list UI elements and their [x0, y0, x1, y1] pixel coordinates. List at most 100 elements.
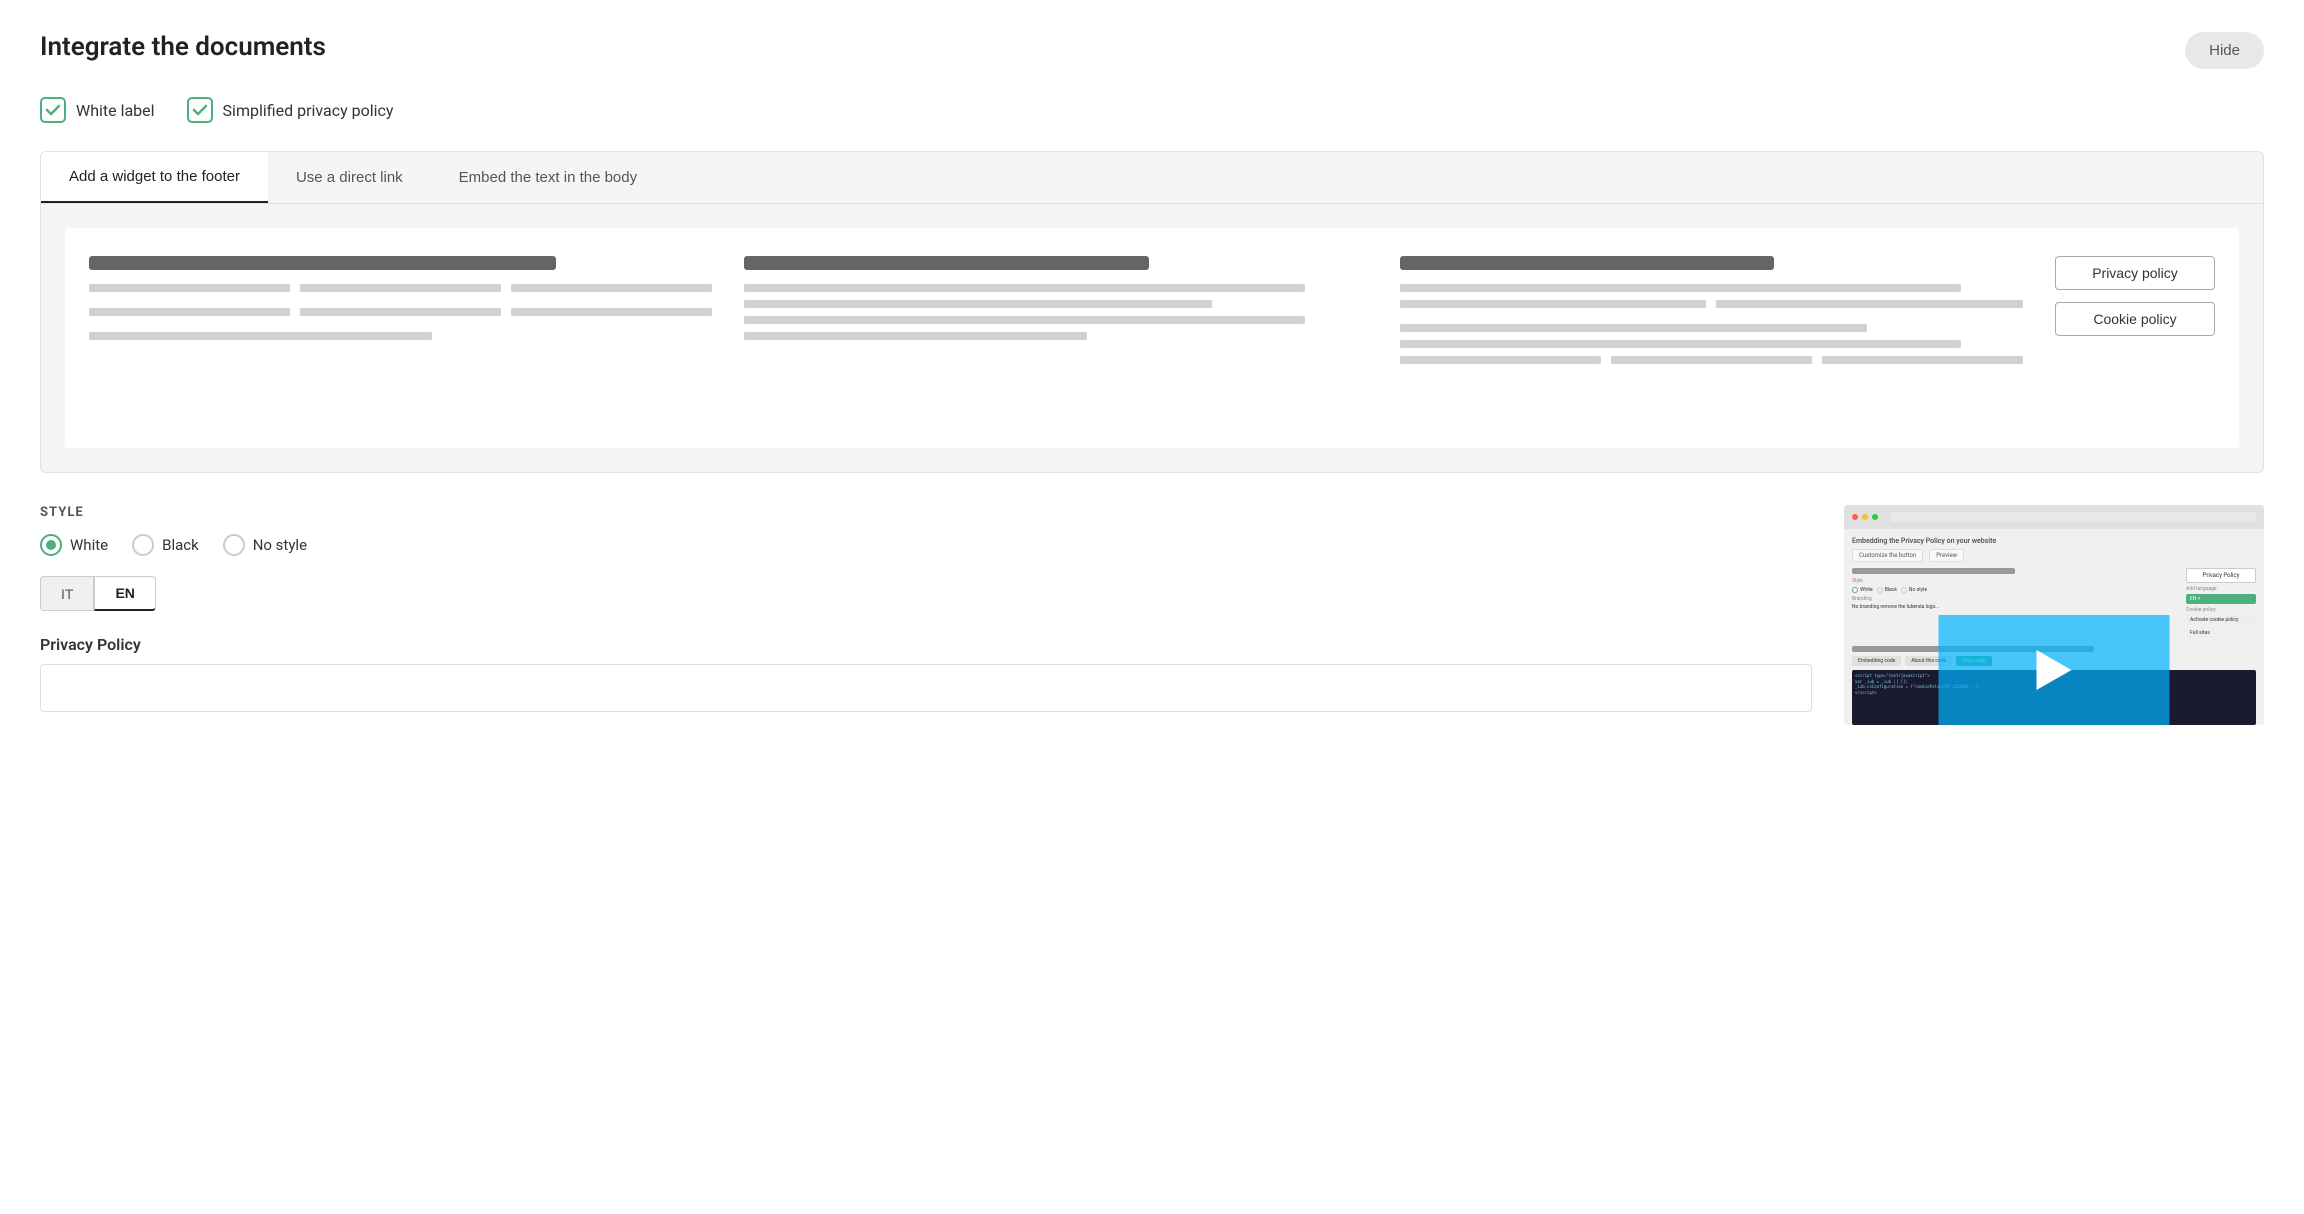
- preview-line: [744, 316, 1305, 324]
- preview-line: [1716, 300, 2023, 308]
- lang-it-button[interactable]: IT: [40, 576, 94, 611]
- preview-line: [511, 308, 712, 316]
- radio-group: White Black No style: [40, 534, 1812, 556]
- white-radio-dot: [46, 540, 56, 550]
- ss-radio-white: White: [1852, 587, 1873, 593]
- simplified-privacy-check-icon: [187, 97, 213, 123]
- tab-direct-link[interactable]: Use a direct link: [268, 152, 431, 203]
- simplified-privacy-text: Simplified privacy policy: [223, 101, 394, 120]
- play-button-icon[interactable]: [2037, 650, 2072, 690]
- ss-cookie-label: Cookie policy: [2186, 607, 2256, 613]
- window-dot-red: [1852, 514, 1858, 520]
- ss-radio-row: White Black No style: [1852, 587, 2178, 593]
- white-label-text: White label: [76, 101, 155, 120]
- style-section: STYLE White Black No style: [40, 505, 1812, 611]
- style-black-option[interactable]: Black: [132, 534, 199, 556]
- ss-tab-customize: Customize the button: [1852, 549, 1923, 562]
- screenshot-header: [1844, 505, 2264, 529]
- preview-lines-group-3b: [1400, 356, 2023, 372]
- left-panel: STYLE White Black No style: [40, 505, 1812, 712]
- preview-lines-group-1a: [89, 284, 712, 300]
- preview-title-2: [744, 256, 1149, 270]
- style-white-option[interactable]: White: [40, 534, 108, 556]
- preview-line: [744, 284, 1305, 292]
- language-group: IT EN: [40, 576, 1812, 611]
- simplified-privacy-checkbox[interactable]: Simplified privacy policy: [187, 97, 394, 123]
- white-label-check-icon: [40, 97, 66, 123]
- page-container: Integrate the documents Hide White label…: [0, 0, 2304, 1214]
- ss-cookie-btn: Activate cookie policy: [2186, 615, 2256, 625]
- preview-title-1: [89, 256, 556, 270]
- ss-style-row: Style: [1852, 578, 2178, 584]
- preview-box: Privacy policy Cookie policy: [65, 228, 2239, 448]
- bottom-section: STYLE White Black No style: [40, 505, 2264, 725]
- preview-line: [300, 284, 501, 292]
- privacy-policy-section: Privacy Policy: [40, 635, 1812, 712]
- preview-line: [511, 284, 712, 292]
- preview-line: [744, 332, 1087, 340]
- page-title: Integrate the documents: [40, 32, 326, 62]
- checkboxes-row: White label Simplified privacy policy: [40, 97, 2264, 123]
- video-overlay: [1939, 615, 2170, 725]
- tabs-section: Add a widget to the footer Use a direct …: [40, 151, 2264, 473]
- ss-lang-en: EN ×: [2186, 594, 2256, 604]
- no-style-radio-icon: [223, 534, 245, 556]
- preview-lines-group-3a: [1400, 300, 2023, 316]
- preview-column-1: [89, 256, 712, 420]
- preview-line: [744, 300, 1211, 308]
- no-style-label: No style: [253, 536, 307, 554]
- preview-line: [89, 284, 290, 292]
- preview-lines-group-1b: [89, 308, 712, 324]
- tab-footer-widget[interactable]: Add a widget to the footer: [41, 152, 268, 203]
- preview-column-2: [744, 256, 1367, 420]
- tab-content: Privacy policy Cookie policy: [41, 204, 2263, 472]
- white-label-checkbox[interactable]: White label: [40, 97, 155, 123]
- ss-branding-text: No branding remove the Iubenda logo...: [1852, 604, 2178, 610]
- tab-embed-body[interactable]: Embed the text in the body: [431, 152, 665, 203]
- style-label: STYLE: [40, 505, 1812, 520]
- preview-line: [89, 332, 432, 340]
- right-panel: Embedding the Privacy Policy on your web…: [1844, 505, 2264, 725]
- white-label: White: [70, 536, 108, 554]
- privacy-code-box[interactable]: [40, 664, 1812, 712]
- ss-right-col: Privacy Policy Add language EN × Cookie …: [2186, 568, 2256, 638]
- preview-buttons-col: Privacy policy Cookie policy: [2055, 256, 2215, 420]
- preview-line: [1611, 356, 1812, 364]
- ss-line: [1852, 568, 2015, 574]
- preview-line: [1400, 340, 1961, 348]
- ss-lang-label: Add language: [2186, 586, 2256, 592]
- preview-column-3: [1400, 256, 2023, 420]
- ss-style-label: Style: [1852, 578, 1863, 584]
- window-dot-yellow: [1862, 514, 1868, 520]
- ss-branding-label: Branding: [1852, 596, 2178, 602]
- tabs-header: Add a widget to the footer Use a direct …: [41, 152, 2263, 204]
- ss-privacy-btn: Privacy Policy: [2186, 568, 2256, 583]
- ss-tab-preview: Preview: [1929, 549, 1964, 562]
- cookie-policy-button[interactable]: Cookie policy: [2055, 302, 2215, 336]
- preview-line: [1400, 300, 1707, 308]
- preview-line: [89, 308, 290, 316]
- ss-radio-nostyle: No style: [1901, 587, 1927, 593]
- ss-title: Embedding the Privacy Policy on your web…: [1852, 537, 2256, 545]
- preview-line: [1400, 324, 1867, 332]
- ss-radio-black: Black: [1877, 587, 1897, 593]
- url-bar: [1890, 512, 2256, 522]
- preview-line: [1400, 356, 1601, 364]
- black-radio-icon: [132, 534, 154, 556]
- ss-embed-tab: Embedding code: [1852, 656, 1901, 666]
- white-radio-icon: [40, 534, 62, 556]
- privacy-policy-label: Privacy Policy: [40, 635, 1812, 654]
- privacy-policy-button[interactable]: Privacy policy: [2055, 256, 2215, 290]
- style-no-style-option[interactable]: No style: [223, 534, 307, 556]
- video-preview[interactable]: Embedding the Privacy Policy on your web…: [1844, 505, 2264, 725]
- window-dot-green: [1872, 514, 1878, 520]
- lang-en-button[interactable]: EN: [94, 576, 155, 611]
- header-row: Integrate the documents Hide: [40, 32, 2264, 69]
- preview-line: [1822, 356, 2023, 364]
- hide-button[interactable]: Hide: [2185, 32, 2264, 69]
- black-label: Black: [162, 536, 199, 554]
- preview-title-3: [1400, 256, 1774, 270]
- ss-full-btn: Full sites: [2186, 628, 2256, 638]
- preview-line: [300, 308, 501, 316]
- preview-line: [1400, 284, 1961, 292]
